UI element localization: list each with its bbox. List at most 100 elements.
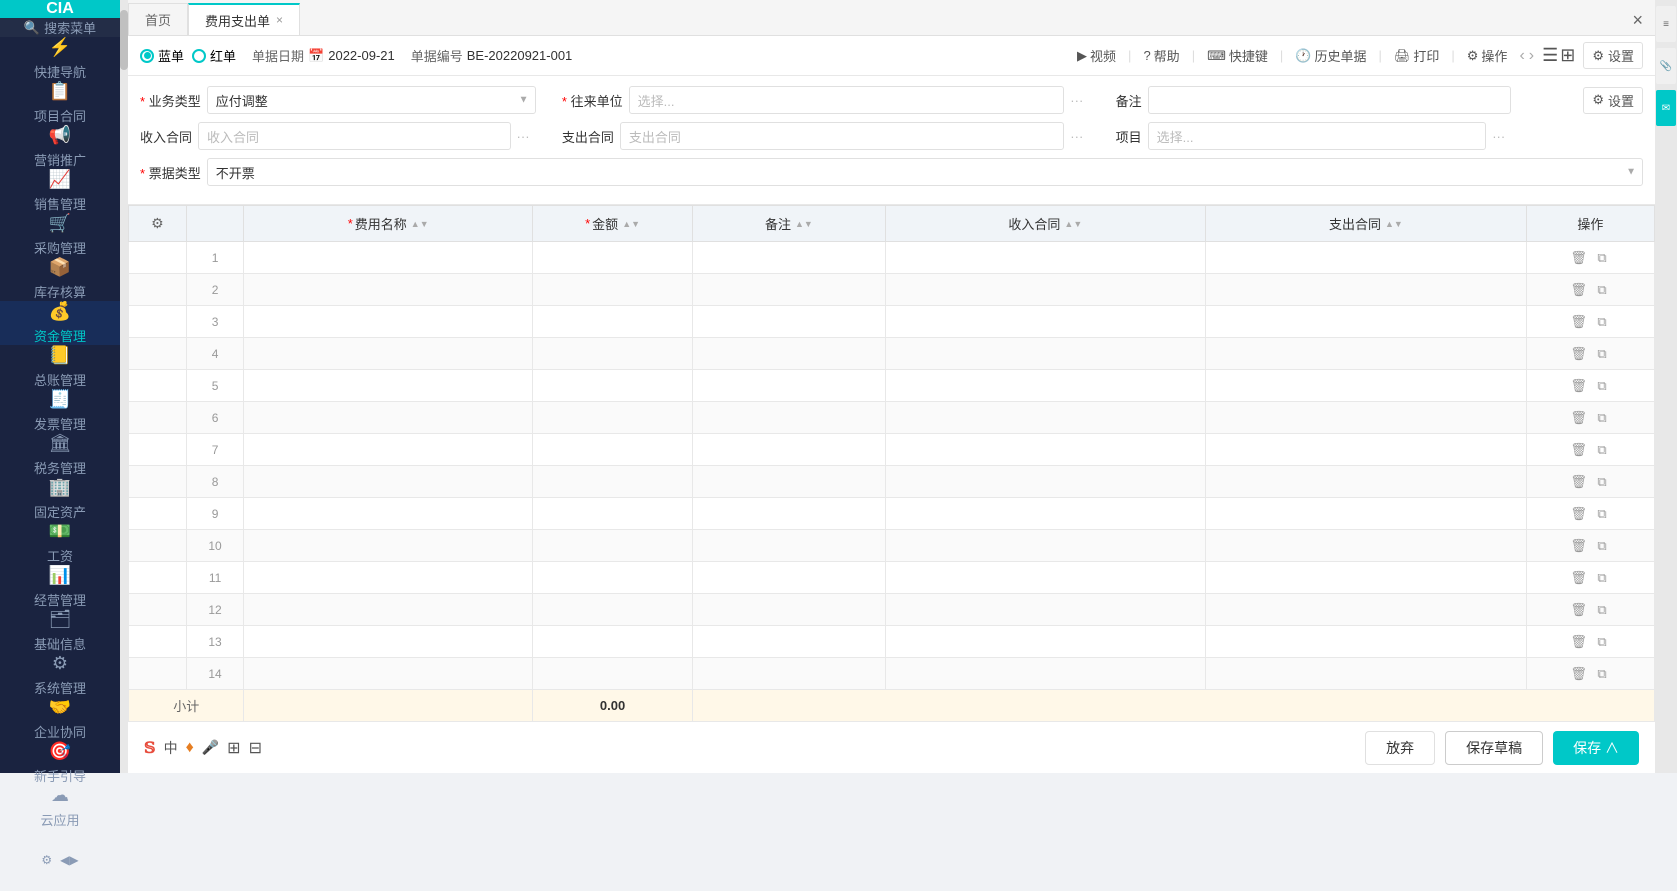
table-gear-icon[interactable]: ⚙	[151, 215, 164, 231]
row-amount-cell[interactable]	[532, 242, 692, 274]
row-copy-icon[interactable]: ⧉	[1592, 440, 1612, 460]
row-amount-cell[interactable]	[532, 498, 692, 530]
row-delete-icon[interactable]: 🗑	[1569, 376, 1589, 396]
row-note-cell[interactable]	[693, 306, 885, 338]
collapse-icon[interactable]: ⊟	[249, 738, 262, 758]
row-delete-icon[interactable]: 🗑	[1569, 600, 1589, 620]
row-copy-icon[interactable]: ⧉	[1592, 312, 1612, 332]
row-amount-cell[interactable]	[532, 306, 692, 338]
row-name-cell[interactable]	[244, 338, 533, 370]
sidebar-item-inventory[interactable]: 📦 库存核算	[0, 257, 120, 301]
row-amount-cell[interactable]	[532, 338, 692, 370]
row-income-cell[interactable]	[885, 530, 1206, 562]
row-note-cell[interactable]	[693, 530, 885, 562]
sidebar-item-enterprise[interactable]: 🤝 企业协同	[0, 697, 120, 741]
th-note-sort[interactable]: ▲▼	[795, 219, 813, 229]
date-value[interactable]: 2022-09-21	[328, 48, 395, 63]
th-expense-sort[interactable]: ▲▼	[1385, 219, 1403, 229]
row-name-cell[interactable]	[244, 434, 533, 466]
settings-btn[interactable]: ⚙	[41, 837, 52, 883]
row-copy-icon[interactable]: ⧉	[1592, 344, 1612, 364]
nav-prev-btn[interactable]: ‹	[1519, 47, 1524, 65]
sidebar-item-invoice[interactable]: 🧾 发票管理	[0, 389, 120, 433]
sidebar-item-cloud[interactable]: ☁ 云应用	[0, 785, 120, 829]
row-income-cell[interactable]	[885, 498, 1206, 530]
th-note[interactable]: 备注 ▲▼	[693, 206, 885, 242]
invoice-type-input[interactable]: 不开票 ▼	[207, 158, 1643, 186]
grid-view-btn[interactable]: ⊞	[1560, 45, 1575, 66]
row-amount-cell[interactable]	[532, 562, 692, 594]
row-amount-cell[interactable]	[532, 530, 692, 562]
row-income-cell[interactable]	[885, 402, 1206, 434]
chinese-input-icon[interactable]: 中	[164, 738, 178, 758]
edge-tab-1[interactable]: ≡	[1656, 6, 1676, 42]
sidebar-scrollbar[interactable]	[120, 0, 128, 773]
th-amount[interactable]: * 金额 ▲▼	[532, 206, 692, 242]
row-note-cell[interactable]	[693, 658, 885, 690]
row-amount-cell[interactable]	[532, 658, 692, 690]
mic-icon[interactable]: 🎤	[202, 739, 219, 756]
row-name-cell[interactable]	[244, 658, 533, 690]
row-expense-cell[interactable]	[1206, 306, 1527, 338]
row-copy-icon[interactable]: ⧉	[1592, 504, 1612, 524]
row-delete-icon[interactable]: 🗑	[1569, 504, 1589, 524]
row-delete-icon[interactable]: 🗑	[1569, 344, 1589, 364]
row-copy-icon[interactable]: ⧉	[1592, 664, 1612, 684]
th-settings[interactable]: ⚙	[129, 206, 187, 242]
row-name-cell[interactable]	[244, 562, 533, 594]
row-note-cell[interactable]	[693, 466, 885, 498]
expense-contract-more-btn[interactable]: ···	[1064, 129, 1089, 144]
row-note-cell[interactable]	[693, 242, 885, 274]
business-type-input[interactable]: 应付调整 ▼	[207, 86, 536, 114]
sidebar-item-quicknav[interactable]: ⚡ 快捷导航	[0, 37, 120, 81]
row-amount-cell[interactable]	[532, 370, 692, 402]
diamond-icon[interactable]: ♦	[186, 739, 194, 757]
radio-blue[interactable]: 蓝单	[140, 46, 184, 65]
row-name-cell[interactable]	[244, 594, 533, 626]
row-name-cell[interactable]	[244, 498, 533, 530]
row-expense-cell[interactable]	[1206, 562, 1527, 594]
row-name-cell[interactable]	[244, 274, 533, 306]
income-contract-input[interactable]: 收入合同	[198, 122, 511, 150]
row-expense-cell[interactable]	[1206, 402, 1527, 434]
row-copy-icon[interactable]: ⧉	[1592, 408, 1612, 428]
row-income-cell[interactable]	[885, 338, 1206, 370]
window-close-btn[interactable]: ×	[1628, 10, 1647, 31]
row-note-cell[interactable]	[693, 594, 885, 626]
row-expense-cell[interactable]	[1206, 370, 1527, 402]
sidebar-item-tax[interactable]: 🏛 税务管理	[0, 433, 120, 477]
tab-expense[interactable]: 费用支出单 ×	[188, 3, 300, 35]
row-income-cell[interactable]	[885, 274, 1206, 306]
row-income-cell[interactable]	[885, 434, 1206, 466]
row-name-cell[interactable]	[244, 402, 533, 434]
th-name[interactable]: * 费用名称 ▲▼	[244, 206, 533, 242]
partner-more-btn[interactable]: ···	[1064, 93, 1089, 108]
note-input[interactable]	[1148, 86, 1512, 114]
row-delete-icon[interactable]: 🗑	[1569, 664, 1589, 684]
row-income-cell[interactable]	[885, 626, 1206, 658]
row-copy-icon[interactable]: ⧉	[1592, 472, 1612, 492]
row-copy-icon[interactable]: ⧉	[1592, 600, 1612, 620]
row-copy-icon[interactable]: ⧉	[1592, 248, 1612, 268]
row-copy-icon[interactable]: ⧉	[1592, 280, 1612, 300]
row-copy-icon[interactable]: ⧉	[1592, 536, 1612, 556]
row-expense-cell[interactable]	[1206, 274, 1527, 306]
tab-home[interactable]: 首页	[128, 3, 188, 35]
sidebar-item-marketing[interactable]: 📢 营销推广	[0, 125, 120, 169]
sidebar-search[interactable]: 🔍 搜索菜单	[0, 18, 120, 37]
row-amount-cell[interactable]	[532, 626, 692, 658]
row-name-cell[interactable]	[244, 466, 533, 498]
row-name-cell[interactable]	[244, 306, 533, 338]
radio-red[interactable]: 红单	[192, 46, 236, 65]
row-note-cell[interactable]	[693, 274, 885, 306]
row-income-cell[interactable]	[885, 466, 1206, 498]
row-expense-cell[interactable]	[1206, 658, 1527, 690]
project-more-btn[interactable]: ···	[1486, 129, 1511, 144]
row-delete-icon[interactable]: 🗑	[1569, 280, 1589, 300]
row-amount-cell[interactable]	[532, 402, 692, 434]
th-name-sort[interactable]: ▲▼	[411, 219, 429, 229]
discard-button[interactable]: 放弃	[1365, 731, 1435, 765]
row-expense-cell[interactable]	[1206, 530, 1527, 562]
save-draft-button[interactable]: 保存草稿	[1445, 731, 1543, 765]
sidebar-item-system[interactable]: ⚙ 系统管理	[0, 653, 120, 697]
